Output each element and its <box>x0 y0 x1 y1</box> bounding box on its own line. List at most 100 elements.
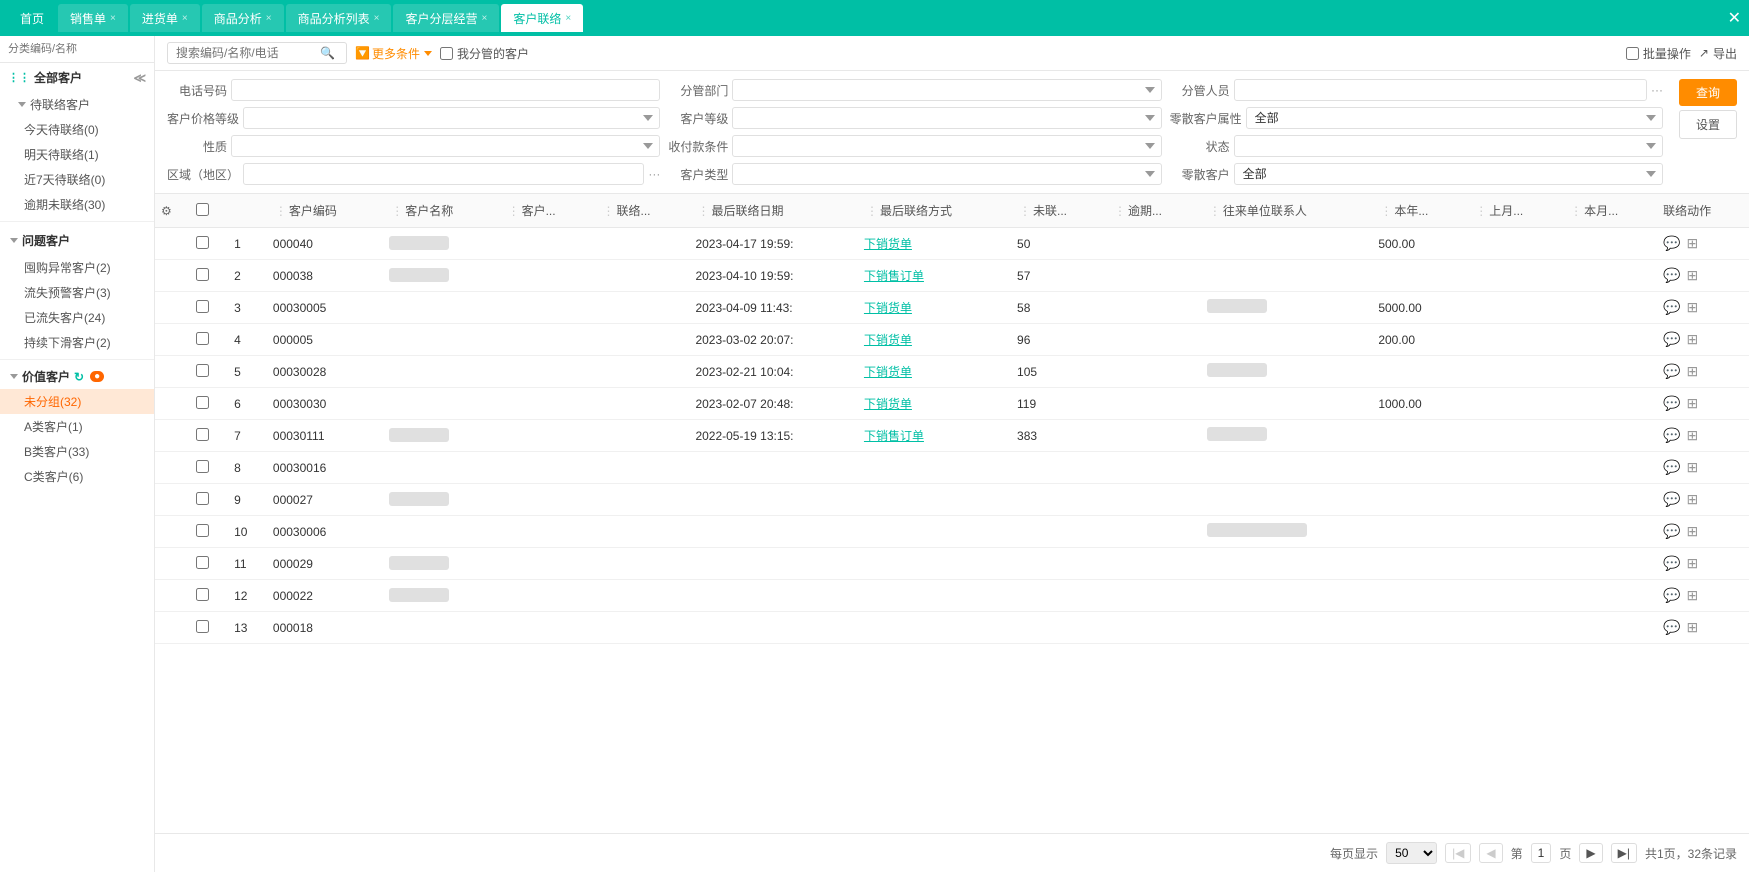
col-not-contacted[interactable]: ⋮未联... <box>1011 194 1106 228</box>
sidebar-pending-item[interactable]: 近7天待联络(0) <box>0 167 154 192</box>
filter-phone-input[interactable] <box>231 79 660 101</box>
filter-price-level-select[interactable] <box>243 107 660 129</box>
row-method-link[interactable]: 下销货单 <box>864 237 912 251</box>
sidebar-problem-item[interactable]: 持续下滑客户(2) <box>0 330 154 355</box>
row-checkbox[interactable] <box>196 556 209 569</box>
all-customers-section[interactable]: ⋮⋮ 全部客户 ≪ <box>0 63 154 92</box>
row-chat-icon[interactable]: 💬 <box>1663 427 1680 444</box>
nav-tab-客户联络[interactable]: 客户联络 × <box>501 4 583 32</box>
select-all-checkbox[interactable] <box>196 203 209 216</box>
nav-tab-商品分析[interactable]: 商品分析 × <box>202 4 284 32</box>
row-grid-icon[interactable]: ⊞ <box>1687 299 1699 316</box>
window-close-button[interactable]: ✕ <box>1728 8 1741 28</box>
filter-nature-select[interactable] <box>231 135 660 157</box>
row-grid-icon[interactable]: ⊞ <box>1687 235 1699 252</box>
row-last-method[interactable]: 下销售订单 <box>858 260 1011 292</box>
col-this-month[interactable]: ⋮本月... <box>1562 194 1657 228</box>
row-method-link[interactable]: 下销售订单 <box>864 269 924 283</box>
row-grid-icon[interactable]: ⊞ <box>1687 395 1699 412</box>
tab-close-icon[interactable]: × <box>266 13 272 24</box>
first-page-btn[interactable]: |◀ <box>1445 843 1471 863</box>
row-chat-icon[interactable]: 💬 <box>1663 267 1680 284</box>
col-code[interactable]: ⋮客户编码 <box>267 194 383 228</box>
row-checkbox[interactable] <box>196 364 209 377</box>
col-checkbox[interactable] <box>190 194 228 228</box>
row-chat-icon[interactable]: 💬 <box>1663 619 1680 636</box>
col-last-date[interactable]: ⋮最后联络日期 <box>689 194 858 228</box>
row-last-method[interactable] <box>858 548 1011 580</box>
sidebar-collapse-btn[interactable]: ≪ <box>133 71 146 85</box>
col-settings[interactable]: ⚙ <box>155 194 190 228</box>
nav-tab-商品分析列表[interactable]: 商品分析列表 × <box>286 4 392 32</box>
row-grid-icon[interactable]: ⊞ <box>1687 459 1699 476</box>
nav-tab-客户分层经营[interactable]: 客户分层经营 × <box>393 4 499 32</box>
sidebar-pending-item[interactable]: 明天待联络(1) <box>0 142 154 167</box>
my-customers-checkbox[interactable]: 我分管的客户 <box>440 45 529 62</box>
filter-region-more-btn[interactable]: ··· <box>648 167 660 181</box>
nav-tab-销售单[interactable]: 销售单 × <box>58 4 128 32</box>
filter-person-input[interactable] <box>1234 79 1647 101</box>
row-method-link[interactable]: 下销货单 <box>864 333 912 347</box>
filter-dept-select[interactable] <box>732 79 1161 101</box>
filter-level-select[interactable] <box>732 107 1161 129</box>
prev-page-btn[interactable]: ◀ <box>1479 843 1502 863</box>
settings-gear-icon[interactable]: ⚙ <box>161 204 172 218</box>
sidebar-value-group-item[interactable]: A类客户(1) <box>0 414 154 439</box>
row-chat-icon[interactable]: 💬 <box>1663 459 1680 476</box>
row-grid-icon[interactable]: ⊞ <box>1687 267 1699 284</box>
col-last-method[interactable]: ⋮最后联络方式 <box>858 194 1011 228</box>
row-chat-icon[interactable]: 💬 <box>1663 555 1680 572</box>
export-btn[interactable]: ↗ 导出 <box>1699 45 1737 62</box>
tab-close-icon[interactable]: × <box>565 13 571 24</box>
sidebar-problem-item[interactable]: 流失预警客户(3) <box>0 280 154 305</box>
row-grid-icon[interactable]: ⊞ <box>1687 555 1699 572</box>
row-checkbox[interactable] <box>196 300 209 313</box>
value-customers-section[interactable]: 价值客户 ↻ ● <box>0 364 154 389</box>
row-chat-icon[interactable]: 💬 <box>1663 331 1680 348</box>
tab-close-icon[interactable]: × <box>481 13 487 24</box>
filter-retail-select[interactable]: 全部 <box>1234 163 1663 185</box>
row-last-method[interactable] <box>858 484 1011 516</box>
filter-search-icon[interactable]: 🔍 <box>320 46 335 60</box>
filter-retail-attr-select[interactable]: 全部 <box>1246 107 1663 129</box>
row-checkbox[interactable] <box>196 460 209 473</box>
filter-region-input[interactable] <box>243 163 644 185</box>
col-overdue[interactable]: ⋮逾期... <box>1106 194 1201 228</box>
row-checkbox[interactable] <box>196 492 209 505</box>
row-checkbox[interactable] <box>196 236 209 249</box>
col-type[interactable]: ⋮客户... <box>500 194 595 228</box>
sidebar-search-bar[interactable]: 🔍 <box>0 36 154 63</box>
row-last-method[interactable] <box>858 516 1011 548</box>
row-checkbox[interactable] <box>196 268 209 281</box>
sidebar-search-input[interactable] <box>8 43 150 55</box>
col-last-month[interactable]: ⋮上月... <box>1467 194 1562 228</box>
row-last-method[interactable]: 下销售订单 <box>858 420 1011 452</box>
row-checkbox[interactable] <box>196 396 209 409</box>
row-grid-icon[interactable]: ⊞ <box>1687 427 1699 444</box>
tab-close-icon[interactable]: × <box>110 13 116 24</box>
row-grid-icon[interactable]: ⊞ <box>1687 491 1699 508</box>
filter-status-select[interactable] <box>1234 135 1663 157</box>
problem-customers-header[interactable]: 问题客户 <box>0 226 154 255</box>
row-last-method[interactable] <box>858 452 1011 484</box>
next-page-btn[interactable]: ▶ <box>1579 843 1602 863</box>
row-grid-icon[interactable]: ⊞ <box>1687 619 1699 636</box>
row-method-link[interactable]: 下销货单 <box>864 365 912 379</box>
sidebar-pending-item[interactable]: 逾期未联络(30) <box>0 192 154 217</box>
home-tab[interactable]: 首页 <box>8 4 56 32</box>
row-chat-icon[interactable]: 💬 <box>1663 491 1680 508</box>
row-grid-icon[interactable]: ⊞ <box>1687 331 1699 348</box>
filter-person-more-btn[interactable]: ··· <box>1651 83 1663 97</box>
row-chat-icon[interactable]: 💬 <box>1663 587 1680 604</box>
col-name[interactable]: ⋮客户名称 <box>383 194 499 228</box>
col-this-year[interactable]: ⋮本年... <box>1372 194 1467 228</box>
row-grid-icon[interactable]: ⊞ <box>1687 363 1699 380</box>
tab-close-icon[interactable]: × <box>182 13 188 24</box>
row-last-method[interactable]: 下销货单 <box>858 292 1011 324</box>
row-chat-icon[interactable]: 💬 <box>1663 235 1680 252</box>
row-chat-icon[interactable]: 💬 <box>1663 523 1680 540</box>
sidebar-value-group-item[interactable]: B类客户(33) <box>0 439 154 464</box>
query-button[interactable]: 查询 <box>1679 79 1737 106</box>
row-checkbox[interactable] <box>196 332 209 345</box>
row-checkbox[interactable] <box>196 588 209 601</box>
